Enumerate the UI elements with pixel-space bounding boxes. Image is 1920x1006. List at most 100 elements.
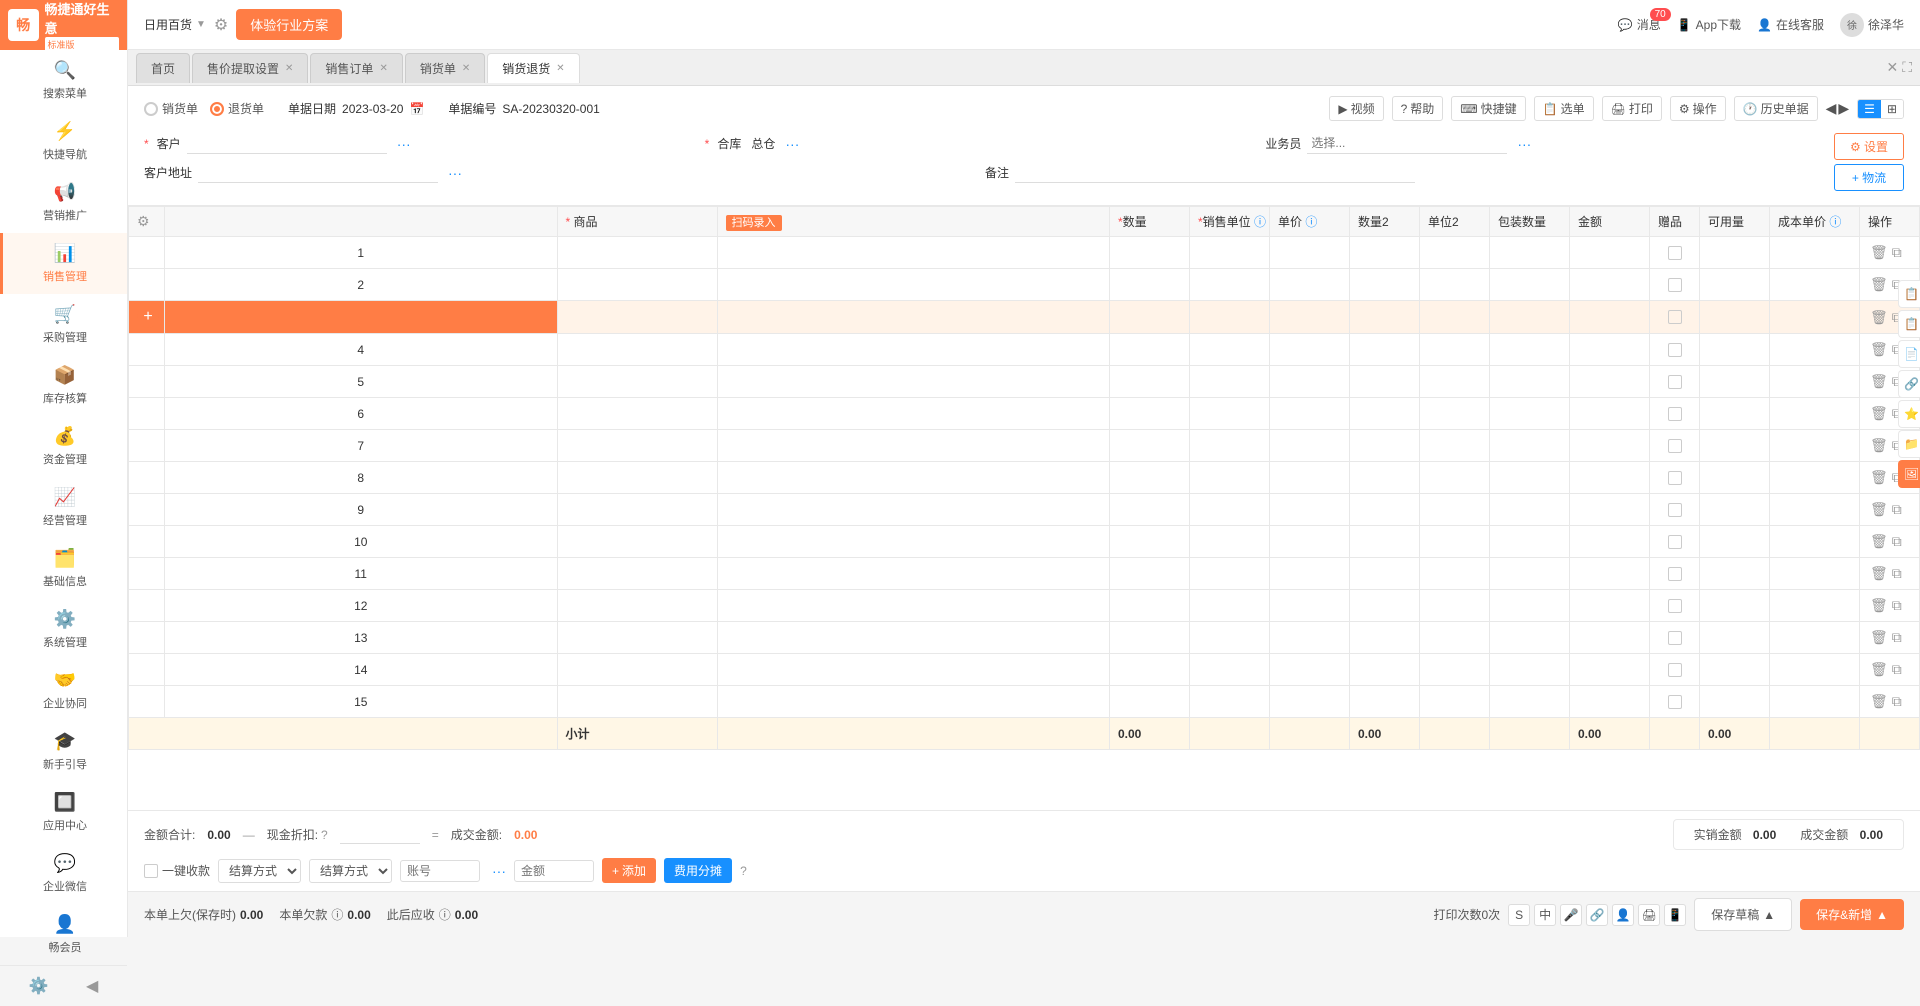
sidebar-item-apps[interactable]: 🔲 应用中心 — [0, 782, 127, 843]
payment-method-select[interactable]: 结算方式 — [218, 859, 301, 883]
action-select[interactable]: 📋 选单 — [1534, 96, 1594, 121]
row-product-2[interactable] — [557, 269, 717, 301]
delete-icon-10[interactable]: 🗑 — [1870, 533, 1888, 549]
save-new-button[interactable]: 保存&新增 ▲ — [1800, 899, 1904, 930]
save-draft-button[interactable]: 保存草稿 ▲ — [1694, 898, 1792, 931]
daily-selector[interactable]: 日用百货 ▼ — [144, 16, 206, 33]
tab-sales-order-close[interactable]: ✕ — [379, 63, 387, 74]
float-btn-6[interactable]: 📁 — [1898, 430, 1920, 458]
toolbar-icon-3[interactable]: 🎤 — [1560, 904, 1582, 926]
salesperson-select-icon[interactable]: ··· — [1517, 136, 1531, 152]
equals-icon[interactable]: = — [432, 828, 439, 842]
copy-icon-15[interactable]: ⧉ — [1892, 693, 1902, 709]
customer-select-icon[interactable]: ··· — [397, 136, 411, 152]
delete-icon-5[interactable]: 🗑 — [1870, 373, 1888, 389]
delete-icon-8[interactable]: 🗑 — [1870, 469, 1888, 485]
user-menu[interactable]: 徐 徐泽华 — [1840, 13, 1904, 37]
message-button[interactable]: 💬 消息 70 — [1618, 16, 1661, 33]
cash-help-icon[interactable]: ? — [321, 828, 328, 842]
tab-sales-return[interactable]: 销货退货 ✕ — [487, 53, 579, 83]
toolbar-icon-7[interactable]: 📱 — [1664, 904, 1686, 926]
copy-icon-1[interactable]: ⧉ — [1892, 244, 1902, 260]
scan-badge[interactable]: 扫码录入 — [726, 215, 782, 231]
gift-checkbox-10[interactable] — [1668, 535, 1682, 549]
copy-icon-14[interactable]: ⧉ — [1892, 661, 1902, 677]
row-product-3[interactable] — [557, 301, 717, 334]
row-product-1[interactable] — [557, 237, 717, 269]
add-payment-button[interactable]: + 添加 — [602, 858, 656, 883]
tab-price-settings[interactable]: 售价提取设置 ✕ — [192, 53, 308, 83]
delete-icon-3[interactable]: 🗑 — [1870, 309, 1888, 325]
row-gift-2[interactable] — [1650, 269, 1700, 301]
delete-icon-9[interactable]: 🗑 — [1870, 501, 1888, 517]
gift-checkbox-3[interactable] — [1668, 310, 1682, 324]
tab-maximize-icon[interactable]: ⛶ — [1902, 59, 1912, 76]
warehouse-select-icon[interactable]: ··· — [785, 136, 799, 152]
delete-icon-4[interactable]: 🗑 — [1870, 341, 1888, 357]
row-amount-1[interactable] — [1570, 237, 1650, 269]
row-price-3[interactable] — [1270, 301, 1350, 334]
delete-icon-15[interactable]: 🗑 — [1870, 693, 1888, 709]
product-input-3[interactable] — [566, 310, 709, 324]
action-shortcut[interactable]: ⌨ 快捷键 — [1451, 96, 1525, 121]
tab-sales-delivery[interactable]: 销货单 ✕ — [405, 53, 485, 83]
toolbar-icon-1[interactable]: S — [1508, 904, 1530, 926]
expense-button[interactable]: 费用分摊 — [664, 858, 732, 883]
calendar-icon[interactable]: 📅 — [409, 102, 424, 116]
delete-icon-13[interactable]: 🗑 — [1870, 629, 1888, 645]
toolbar-icon-5[interactable]: 👤 — [1612, 904, 1634, 926]
sidebar-item-marketing[interactable]: 📢 营销推广 — [0, 172, 127, 233]
gift-checkbox-14[interactable] — [1668, 663, 1682, 677]
float-btn-7-active[interactable]: 🖼 — [1898, 460, 1920, 488]
delete-icon-6[interactable]: 🗑 — [1870, 405, 1888, 421]
copy-icon-12[interactable]: ⧉ — [1892, 597, 1902, 613]
float-btn-3[interactable]: 📄 — [1898, 340, 1920, 368]
copy-icon-11[interactable]: ⧉ — [1892, 565, 1902, 581]
tab-sales-delivery-close[interactable]: ✕ — [462, 63, 470, 74]
row-qty-2[interactable] — [1110, 269, 1190, 301]
row-amount-2[interactable] — [1570, 269, 1650, 301]
sidebar-item-enterprise[interactable]: 🤝 企业协同 — [0, 660, 127, 721]
float-btn-4[interactable]: 🔗 — [1898, 370, 1920, 398]
settings-bottom-icon[interactable]: ⚙️ — [29, 976, 49, 996]
toolbar-icon-6[interactable]: 🖨 — [1638, 904, 1660, 926]
view-grid-btn[interactable]: ⊞ — [1881, 100, 1903, 118]
cash-discount-input[interactable] — [340, 825, 420, 844]
sidebar-item-search[interactable]: 🔍 搜索菜单 — [0, 50, 127, 111]
tab-sales-return-close[interactable]: ✕ — [556, 63, 564, 74]
float-btn-5[interactable]: ⭐ — [1898, 400, 1920, 428]
gift-checkbox-12[interactable] — [1668, 599, 1682, 613]
delete-icon-2[interactable]: 🗑 — [1870, 276, 1888, 292]
app-download-link[interactable]: 📱 App下载 — [1677, 16, 1741, 33]
toolbar-icon-2[interactable]: 中 — [1534, 904, 1556, 926]
address-select-icon[interactable]: ··· — [448, 165, 462, 181]
amount-input[interactable] — [514, 860, 594, 882]
tab-close-all-icon[interactable]: ✕ — [1886, 59, 1898, 76]
sidebar-item-basic[interactable]: 🗂️ 基础信息 — [0, 538, 127, 599]
row-qty2-2[interactable] — [1350, 269, 1420, 301]
gift-checkbox-7[interactable] — [1668, 439, 1682, 453]
gift-checkbox-9[interactable] — [1668, 503, 1682, 517]
row-unit2-1[interactable] — [1420, 237, 1490, 269]
delete-icon-1[interactable]: 🗑 — [1870, 244, 1888, 260]
float-btn-2[interactable]: 📋 — [1898, 310, 1920, 338]
row-qty2-3[interactable] — [1350, 301, 1420, 334]
sidebar-item-operations[interactable]: 📈 经营管理 — [0, 477, 127, 538]
row-qty-1[interactable] — [1110, 237, 1190, 269]
row-unit-1[interactable] — [1190, 237, 1270, 269]
expense-help-icon[interactable]: ? — [740, 864, 747, 878]
sidebar-item-system[interactable]: ⚙️ 系统管理 — [0, 599, 127, 660]
online-service-link[interactable]: 👤 在线客服 — [1757, 16, 1824, 33]
radio-return[interactable]: 退货单 — [210, 100, 264, 117]
gift-checkbox-13[interactable] — [1668, 631, 1682, 645]
row-unit2-3[interactable] — [1420, 301, 1490, 334]
gift-checkbox-11[interactable] — [1668, 567, 1682, 581]
topbar-gear-icon[interactable]: ⚙ — [214, 15, 228, 35]
row-unit2-2[interactable] — [1420, 269, 1490, 301]
row-pkg-3[interactable] — [1490, 301, 1570, 334]
gift-checkbox-2[interactable] — [1668, 278, 1682, 292]
logistics-button[interactable]: + 物流 — [1834, 164, 1904, 191]
sidebar-item-member[interactable]: 👤 畅会员 — [0, 904, 127, 965]
one-click-cb[interactable] — [144, 864, 158, 878]
account-input[interactable] — [400, 860, 480, 882]
